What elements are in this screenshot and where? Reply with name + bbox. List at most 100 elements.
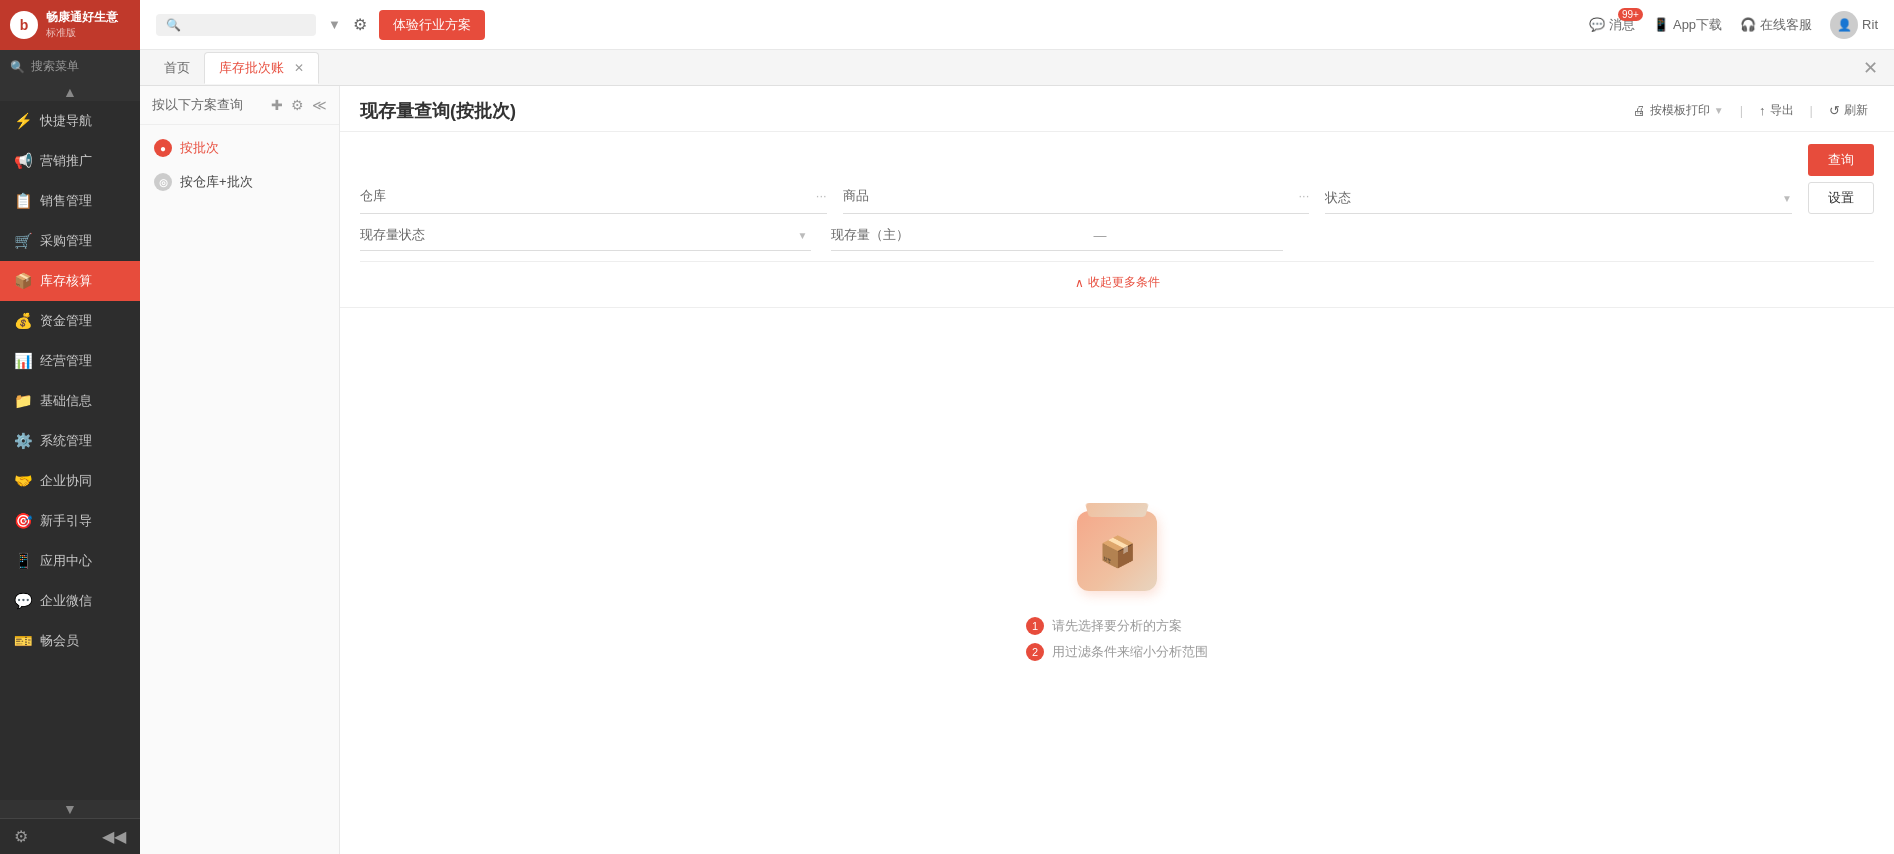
plan-icon-gray: ◎ bbox=[154, 173, 172, 191]
empty-icon-inner: 📦 bbox=[1077, 511, 1157, 591]
sidebar-scroll-up-btn[interactable]: ▲ bbox=[0, 83, 140, 101]
topbar-search-bar[interactable]: 🔍 bbox=[156, 14, 316, 36]
app-download-icon: 📱 bbox=[1653, 17, 1669, 32]
nav-label-inventory: 库存核算 bbox=[40, 272, 92, 290]
sidebar-item-enterprise[interactable]: 🤝 企业协同 bbox=[0, 461, 140, 501]
message-icon: 💬 bbox=[1589, 17, 1605, 32]
app-download-item[interactable]: 📱 App下载 bbox=[1653, 16, 1722, 34]
collapse-left-icon[interactable]: ≪ bbox=[312, 97, 327, 113]
empty-state: 📦 1 请先选择要分析的方案 2 用过滤条件来缩小分析范围 bbox=[340, 308, 1894, 854]
sidebar-item-newbie[interactable]: 🎯 新手引导 bbox=[0, 501, 140, 541]
print-template-btn[interactable]: 🖨 按模板打印 ▼ bbox=[1627, 98, 1730, 123]
left-panel-title: 按以下方案查询 bbox=[152, 96, 243, 114]
settings-icon[interactable]: ⚙ bbox=[14, 827, 28, 846]
topbar-dropdown-icon[interactable]: ▼ bbox=[328, 17, 341, 32]
warehouse-more-icon[interactable]: ··· bbox=[816, 188, 827, 203]
sidebar-search[interactable]: 🔍 搜索菜单 bbox=[0, 50, 140, 83]
sidebar-item-ops[interactable]: 📊 经营管理 bbox=[0, 341, 140, 381]
left-panel-header: 按以下方案查询 ✚ ⚙ ≪ bbox=[140, 86, 339, 125]
company-name: 畅康通好生意 bbox=[46, 10, 118, 26]
left-panel: 按以下方案查询 ✚ ⚙ ≪ ● 按批次 ◎ 按仓库+批次 bbox=[140, 86, 340, 854]
warehouse-field: 仓库 ··· bbox=[360, 184, 827, 214]
nav-label-wechat: 企业微信 bbox=[40, 592, 92, 610]
topbar-gear-icon[interactable]: ⚙ bbox=[353, 15, 367, 34]
filter-row-2: 现存量状态 ▼ 现存量（主） — bbox=[360, 226, 1874, 251]
plan-icon-red: ● bbox=[154, 139, 172, 157]
page-header-actions: 🖨 按模板打印 ▼ | ↑ 导出 | ↺ 刷新 bbox=[1627, 98, 1874, 123]
inventory-amount-min-input[interactable] bbox=[917, 228, 1085, 243]
app-version: 标准版 bbox=[46, 26, 118, 40]
export-btn[interactable]: ↑ 导出 bbox=[1753, 98, 1800, 123]
sidebar-nav: ⚡ 快捷导航 📢 营销推广 📋 销售管理 🛒 采购管理 📦 库存核算 💰 资金管… bbox=[0, 101, 140, 800]
product-input[interactable] bbox=[875, 184, 1293, 207]
nav-label-enterprise: 企业协同 bbox=[40, 472, 92, 490]
plan-settings-icon[interactable]: ⚙ bbox=[291, 97, 304, 113]
sidebar-item-system[interactable]: ⚙️ 系统管理 bbox=[0, 421, 140, 461]
nav-label-member: 畅会员 bbox=[40, 632, 79, 650]
collapse-sidebar-icon[interactable]: ◀◀ bbox=[102, 827, 126, 846]
status-select[interactable] bbox=[1357, 191, 1792, 206]
right-panel: 现存量查询(按批次) 🖨 按模板打印 ▼ | ↑ 导出 | ↺ bbox=[340, 86, 1894, 854]
online-service-label: 在线客服 bbox=[1760, 16, 1812, 34]
plan-item-by-batch[interactable]: ● 按批次 bbox=[140, 131, 339, 165]
tab-inventory-batch-label: 库存批次账 bbox=[219, 59, 284, 77]
nav-label-basic: 基础信息 bbox=[40, 392, 92, 410]
tab-home-label: 首页 bbox=[164, 59, 190, 77]
nav-label-sales: 销售管理 bbox=[40, 192, 92, 210]
tip-num-1: 1 bbox=[1026, 617, 1044, 635]
nav-label-newbie: 新手引导 bbox=[40, 512, 92, 530]
refresh-label: 刷新 bbox=[1844, 102, 1868, 119]
sidebar-item-member[interactable]: 🎫 畅会员 bbox=[0, 621, 140, 661]
message-badge: 99+ bbox=[1618, 8, 1643, 21]
tab-inventory-batch[interactable]: 库存批次账 ✕ bbox=[204, 52, 319, 84]
sidebar-scroll-down-btn[interactable]: ▼ bbox=[0, 800, 140, 818]
sidebar-item-wechat[interactable]: 💬 企业微信 bbox=[0, 581, 140, 621]
tab-close-icon[interactable]: ✕ bbox=[294, 61, 304, 75]
inventory-status-select-wrap: ▼ bbox=[431, 228, 811, 243]
product-more-icon[interactable]: ··· bbox=[1299, 188, 1310, 203]
message-item[interactable]: 💬 消息 99+ bbox=[1589, 16, 1635, 34]
nav-icon-newbie: 🎯 bbox=[14, 512, 32, 530]
sidebar-item-basic[interactable]: 📁 基础信息 bbox=[0, 381, 140, 421]
collapse-row: ∧ 收起更多条件 bbox=[360, 261, 1874, 295]
inventory-status-select[interactable] bbox=[431, 228, 811, 243]
settings-button[interactable]: 设置 bbox=[1808, 182, 1874, 214]
refresh-btn[interactable]: ↺ 刷新 bbox=[1823, 98, 1874, 123]
topbar-right: 💬 消息 99+ 📱 App下载 🎧 在线客服 👤 Rit bbox=[1589, 11, 1878, 39]
page-close-button[interactable]: ✕ bbox=[1857, 57, 1884, 79]
nav-icon-basic: 📁 bbox=[14, 392, 32, 410]
plan-label-by-warehouse: 按仓库+批次 bbox=[180, 173, 253, 191]
nav-label-app-center: 应用中心 bbox=[40, 552, 92, 570]
sidebar-item-finance[interactable]: 💰 资金管理 bbox=[0, 301, 140, 341]
left-panel-icons: ✚ ⚙ ≪ bbox=[271, 97, 327, 113]
sidebar-item-inventory[interactable]: 📦 库存核算 bbox=[0, 261, 140, 301]
warehouse-label: 仓库 bbox=[360, 187, 386, 205]
refresh-icon: ↺ bbox=[1829, 103, 1840, 118]
empty-tip-1: 1 请先选择要分析的方案 bbox=[1026, 617, 1208, 635]
sidebar-item-purchase[interactable]: 🛒 采购管理 bbox=[0, 221, 140, 261]
tab-home[interactable]: 首页 bbox=[150, 53, 204, 83]
plan-list: ● 按批次 ◎ 按仓库+批次 bbox=[140, 125, 339, 854]
sidebar-item-quick-nav[interactable]: ⚡ 快捷导航 bbox=[0, 101, 140, 141]
sidebar-item-marketing[interactable]: 📢 营销推广 bbox=[0, 141, 140, 181]
add-plan-icon[interactable]: ✚ bbox=[271, 97, 283, 113]
query-button[interactable]: 查询 bbox=[1808, 144, 1874, 176]
tip-num-2: 2 bbox=[1026, 643, 1044, 661]
warehouse-input[interactable] bbox=[392, 184, 810, 207]
collapse-btn[interactable]: ∧ 收起更多条件 bbox=[1067, 270, 1168, 295]
inventory-amount-field: 现存量（主） — bbox=[831, 226, 1282, 251]
print-template-label: 按模板打印 bbox=[1650, 102, 1710, 119]
plan-item-by-warehouse-batch[interactable]: ◎ 按仓库+批次 bbox=[140, 165, 339, 199]
inventory-amount-max-input[interactable] bbox=[1115, 228, 1283, 243]
search-label: 搜索菜单 bbox=[31, 58, 79, 75]
sidebar-item-app-center[interactable]: 📱 应用中心 bbox=[0, 541, 140, 581]
username: Rit bbox=[1862, 17, 1878, 32]
page-title: 现存量查询(按批次) bbox=[360, 99, 516, 123]
app-download-label: App下载 bbox=[1673, 16, 1722, 34]
trial-button[interactable]: 体验行业方案 bbox=[379, 10, 485, 40]
online-service-item[interactable]: 🎧 在线客服 bbox=[1740, 16, 1812, 34]
topbar-left: 🔍 ▼ ⚙ 体验行业方案 bbox=[156, 10, 485, 40]
nav-icon-ops: 📊 bbox=[14, 352, 32, 370]
user-item[interactable]: 👤 Rit bbox=[1830, 11, 1878, 39]
sidebar-item-sales[interactable]: 📋 销售管理 bbox=[0, 181, 140, 221]
